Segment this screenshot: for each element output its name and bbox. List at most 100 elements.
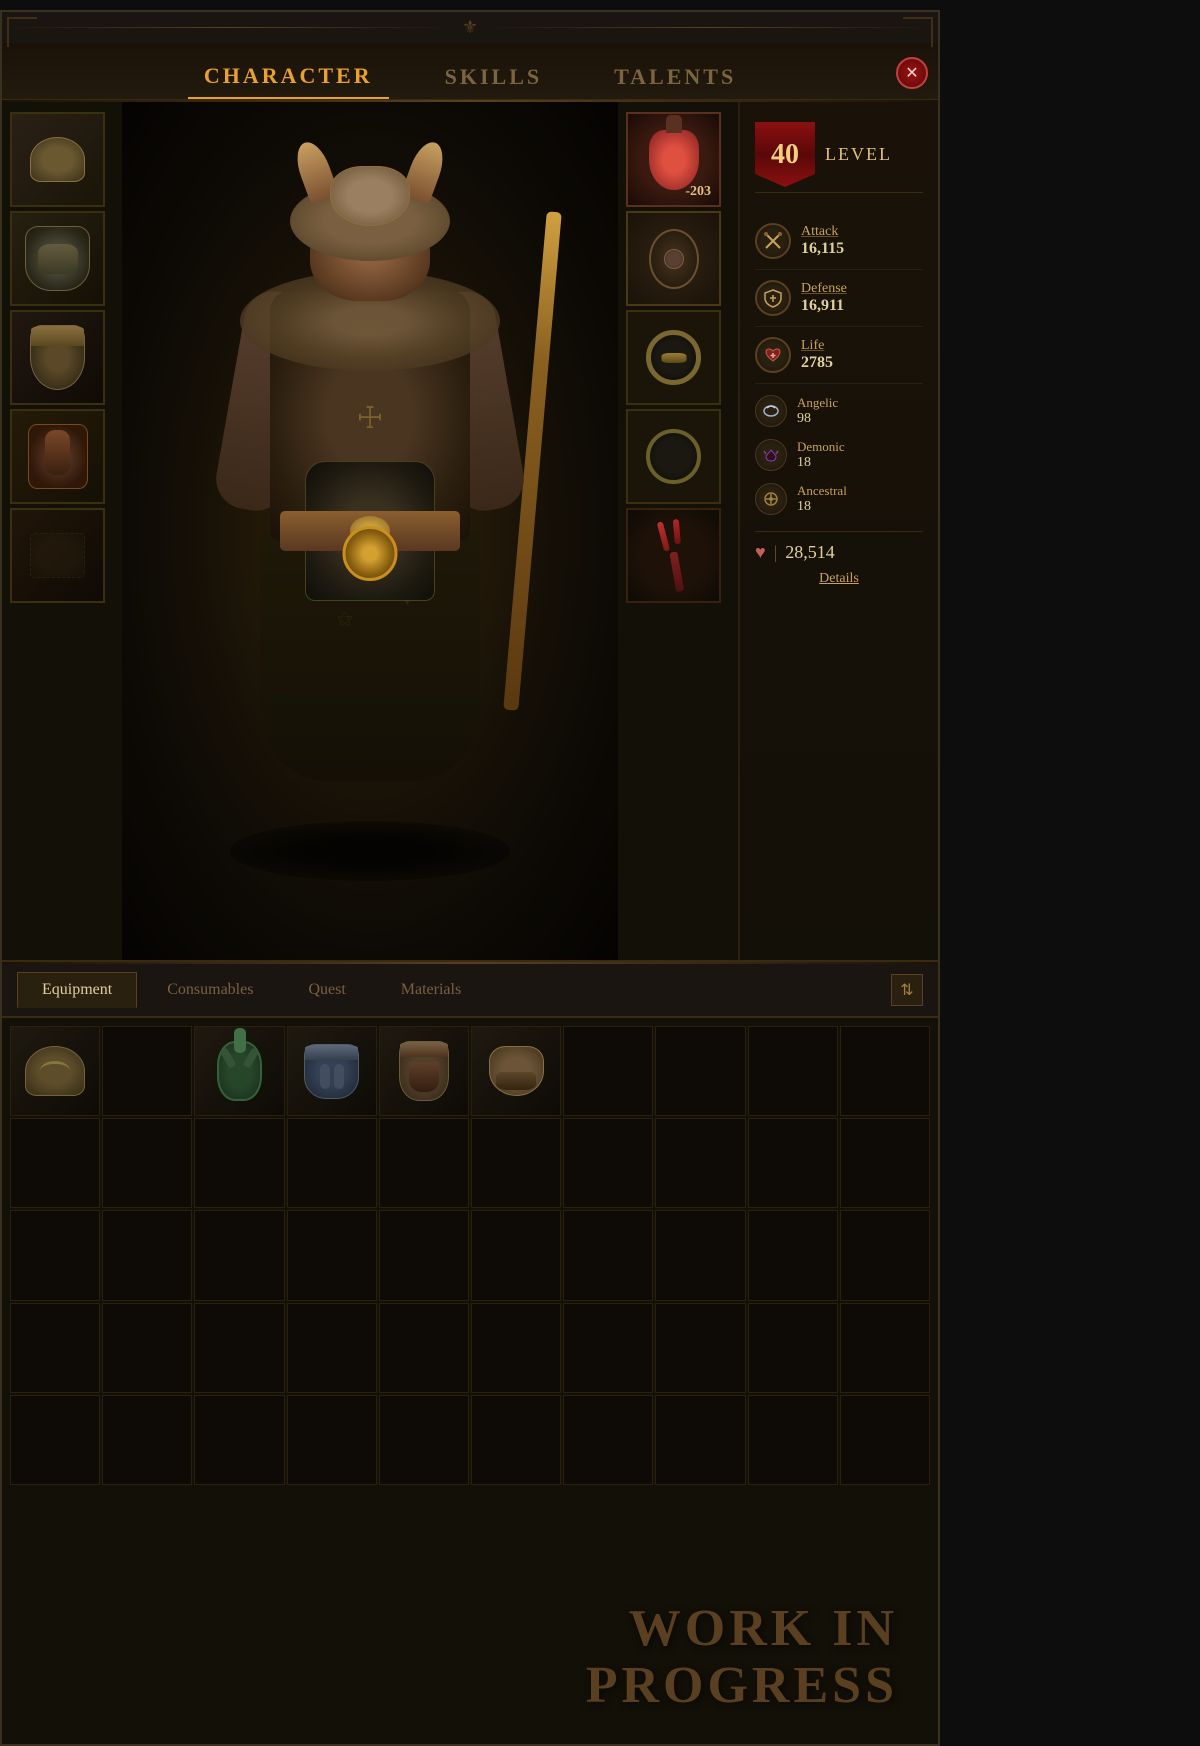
- inventory-slot-25[interactable]: [471, 1210, 561, 1300]
- inventory-slot-47[interactable]: [655, 1395, 745, 1485]
- inventory-slot-13[interactable]: [287, 1118, 377, 1208]
- inventory-tab-equipment[interactable]: Equipment: [17, 972, 137, 1008]
- inventory-slot-39[interactable]: [840, 1303, 930, 1393]
- inventory-slot-11[interactable]: [102, 1118, 192, 1208]
- demonic-value: 18: [797, 455, 845, 471]
- inventory-tab-quest[interactable]: Quest: [283, 972, 370, 1008]
- inventory-slot-6[interactable]: [563, 1026, 653, 1116]
- inventory-slot-0[interactable]: [10, 1026, 100, 1116]
- attack-info: Attack 16,115: [801, 224, 844, 258]
- inventory-slot-44[interactable]: [379, 1395, 469, 1485]
- attack-value: 16,115: [801, 240, 844, 258]
- equipment-slot-ring2[interactable]: [626, 409, 721, 504]
- inventory-item-boots: [485, 1040, 547, 1102]
- inventory-slot-40[interactable]: [10, 1395, 100, 1485]
- inventory-slot-48[interactable]: [748, 1395, 838, 1485]
- inventory-slot-28[interactable]: [748, 1210, 838, 1300]
- inventory-slot-17[interactable]: [655, 1118, 745, 1208]
- stat-angelic: Angelic 98: [755, 389, 923, 433]
- wip-watermark: WORK IN PROGRESS: [586, 1600, 898, 1714]
- helmet-item-icon: [30, 137, 85, 182]
- inventory-slot-19[interactable]: [840, 1118, 930, 1208]
- inventory-slot-26[interactable]: [563, 1210, 653, 1300]
- character-body: ☩ ⚝ ✦ ☩: [220, 181, 520, 881]
- equipment-slot-amulet[interactable]: [626, 211, 721, 306]
- inventory-slot-8[interactable]: [748, 1026, 838, 1116]
- level-label: LEVEL: [825, 144, 892, 165]
- details-link[interactable]: Details: [755, 571, 923, 587]
- potion-count: -203: [685, 184, 711, 200]
- angelic-label: Angelic: [797, 395, 838, 411]
- level-number: 40: [755, 122, 815, 187]
- inventory-slot-15[interactable]: [471, 1118, 561, 1208]
- inventory-slot-3[interactable]: [287, 1026, 377, 1116]
- inventory-slot-43[interactable]: [287, 1395, 377, 1485]
- inventory-slot-36[interactable]: [563, 1303, 653, 1393]
- inventory-slot-23[interactable]: [287, 1210, 377, 1300]
- equipment-slot-legs[interactable]: [10, 409, 105, 504]
- inventory-slot-20[interactable]: [10, 1210, 100, 1300]
- inventory-slot-7[interactable]: [655, 1026, 745, 1116]
- inventory-slot-16[interactable]: [563, 1118, 653, 1208]
- tab-talents[interactable]: TALENTS: [598, 56, 752, 98]
- inventory-slot-10[interactable]: [10, 1118, 100, 1208]
- inventory-slot-12[interactable]: [194, 1118, 284, 1208]
- inventory-slot-14[interactable]: [379, 1118, 469, 1208]
- defense-label: Defense: [801, 281, 847, 297]
- currency-icon: ♥: [755, 542, 766, 563]
- inventory-slot-32[interactable]: [194, 1303, 284, 1393]
- ancestral-info: Ancestral 18: [797, 483, 847, 515]
- inventory-slot-1[interactable]: [102, 1026, 192, 1116]
- inventory-tabs: Equipment Consumables Quest Materials ⇅: [2, 964, 938, 1018]
- currency-row: ♥ | 28,514: [755, 531, 923, 563]
- inventory-section: Equipment Consumables Quest Materials ⇅ …: [2, 964, 938, 1744]
- inventory-slot-49[interactable]: [840, 1395, 930, 1485]
- inventory-slot-2[interactable]: [194, 1026, 284, 1116]
- inventory-slot-22[interactable]: [194, 1210, 284, 1300]
- ornament-line-left: [7, 27, 452, 28]
- inventory-slot-46[interactable]: [563, 1395, 653, 1485]
- tab-character[interactable]: CHARACTER: [188, 55, 389, 99]
- inventory-tab-consumables[interactable]: Consumables: [142, 972, 278, 1008]
- inventory-slot-4[interactable]: [379, 1026, 469, 1116]
- tab-skills[interactable]: SKILLS: [429, 56, 559, 98]
- currency-separator: |: [774, 542, 778, 563]
- inventory-slot-31[interactable]: [102, 1303, 192, 1393]
- character-chest-symbol: ☩: [357, 401, 384, 436]
- inventory-slot-29[interactable]: [840, 1210, 930, 1300]
- inventory-slot-42[interactable]: [194, 1395, 284, 1485]
- inventory-slot-35[interactable]: [471, 1303, 561, 1393]
- equipment-slot-chest[interactable]: [10, 211, 105, 306]
- inventory-slot-21[interactable]: [102, 1210, 192, 1300]
- potion-icon: [649, 130, 699, 190]
- sort-button[interactable]: ⇅: [891, 974, 923, 1006]
- inventory-slot-38[interactable]: [748, 1303, 838, 1393]
- equipment-slots-right: -203: [618, 102, 738, 960]
- close-button[interactable]: ✕: [896, 57, 928, 89]
- inventory-slot-37[interactable]: [655, 1303, 745, 1393]
- inventory-slot-18[interactable]: [748, 1118, 838, 1208]
- equipment-slot-offhand[interactable]: [626, 508, 721, 603]
- equipment-slot-potion[interactable]: -203: [626, 112, 721, 207]
- inventory-slot-41[interactable]: [102, 1395, 192, 1485]
- inventory-slot-30[interactable]: [10, 1303, 100, 1393]
- inventory-slot-9[interactable]: [840, 1026, 930, 1116]
- inventory-slot-5[interactable]: [471, 1026, 561, 1116]
- equipment-slot-ring1[interactable]: [626, 310, 721, 405]
- equipment-slot-boots[interactable]: [10, 508, 105, 603]
- inventory-slot-33[interactable]: [287, 1303, 377, 1393]
- inventory-slot-27[interactable]: [655, 1210, 745, 1300]
- ornament-line-right: [488, 27, 933, 28]
- character-figure: ☩ ⚝ ✦ ☩: [122, 102, 618, 960]
- equipment-slot-helmet[interactable]: [10, 112, 105, 207]
- inventory-slot-24[interactable]: [379, 1210, 469, 1300]
- inventory-slot-45[interactable]: [471, 1395, 561, 1485]
- demonic-info: Demonic 18: [797, 439, 845, 471]
- ancestral-icon: [755, 483, 787, 515]
- character-medallion: [343, 526, 398, 581]
- attack-icon: [755, 223, 791, 259]
- inventory-tab-materials[interactable]: Materials: [376, 972, 486, 1008]
- inventory-slot-34[interactable]: [379, 1303, 469, 1393]
- equipment-slot-arms[interactable]: [10, 310, 105, 405]
- inventory-grid: [2, 1018, 938, 1493]
